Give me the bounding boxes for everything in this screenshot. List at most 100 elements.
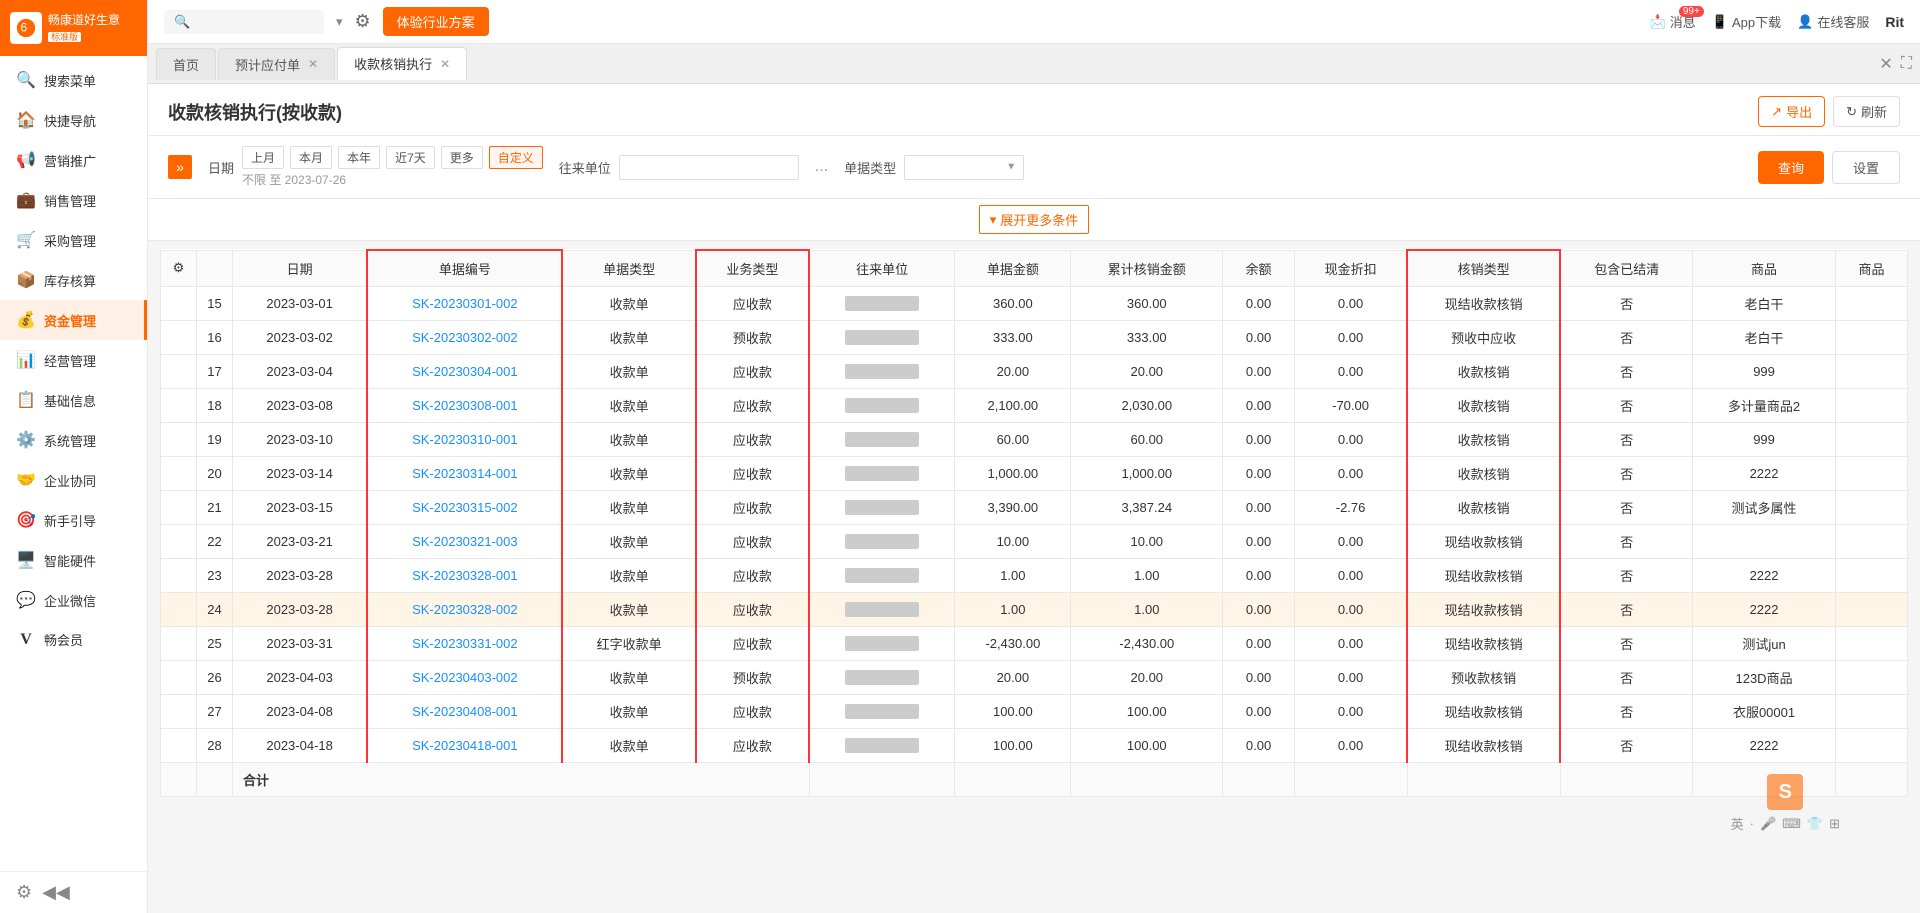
sidebar-item-purchase[interactable]: 🛒 采购管理 bbox=[0, 220, 147, 260]
sidebar-item-collab[interactable]: 🤝 企业协同 bbox=[0, 460, 147, 500]
table-cell: 16 bbox=[197, 321, 233, 355]
table-cell: 60.00 bbox=[955, 423, 1071, 457]
voucher-link[interactable]: SK-20230418-001 bbox=[412, 738, 518, 753]
date-btn-custom[interactable]: 自定义 bbox=[489, 146, 543, 169]
tabbar-expand-icon[interactable]: ⛶ bbox=[1901, 55, 1912, 73]
table-cell[interactable]: SK-20230314-001 bbox=[367, 457, 562, 491]
topbar-service[interactable]: 👤 在线客服 bbox=[1797, 12, 1869, 31]
footer-label-cell: 合计 bbox=[233, 763, 810, 797]
table-cell bbox=[161, 287, 197, 321]
table-cell[interactable]: SK-20230308-001 bbox=[367, 389, 562, 423]
setting-button[interactable]: 设置 bbox=[1832, 151, 1900, 184]
settings-icon[interactable]: ⚙ bbox=[16, 882, 32, 903]
filter-toggle-button[interactable]: » bbox=[168, 155, 192, 179]
date-btn-more[interactable]: 更多 bbox=[441, 146, 483, 169]
table-row: 172023-03-04SK-20230304-001收款单应收款███████… bbox=[161, 355, 1908, 389]
table-cell: 123D商品 bbox=[1693, 661, 1836, 695]
date-options-group: 上月 本月 本年 近7天 更多 自定义 不限 至 2023-07-26 bbox=[242, 146, 543, 188]
table-cell: 2023-03-31 bbox=[233, 627, 368, 661]
voucher-link[interactable]: SK-20230408-001 bbox=[412, 704, 518, 719]
topbar-dropdown-icon[interactable]: ▾ bbox=[336, 14, 343, 30]
table-cell[interactable]: SK-20230328-001 bbox=[367, 559, 562, 593]
logo-badge: 标准版 bbox=[48, 32, 81, 42]
table-container[interactable]: ⚙ 日期 单据编号 单据类型 业务类型 往来单位 单据金额 累计核销金额 余额 … bbox=[148, 241, 1920, 913]
table-cell: 收款单 bbox=[562, 423, 695, 457]
table-cell: ████████ bbox=[809, 525, 955, 559]
table-cell[interactable]: SK-20230418-001 bbox=[367, 729, 562, 763]
counterpart-input[interactable] bbox=[619, 155, 799, 180]
sidebar-item-hardware[interactable]: 🖥️ 智能硬件 bbox=[0, 540, 147, 580]
voucher-type-select[interactable] bbox=[904, 155, 1024, 180]
col-settings-icon[interactable]: ⚙ bbox=[173, 260, 185, 275]
table-cell[interactable]: SK-20230310-001 bbox=[367, 423, 562, 457]
table-cell: 否 bbox=[1560, 627, 1692, 661]
table-row: 152023-03-01SK-20230301-002收款单应收款███████… bbox=[161, 287, 1908, 321]
sidebar-label-guide: 新手引导 bbox=[44, 511, 96, 530]
topbar-search[interactable]: 🔍 bbox=[164, 10, 324, 34]
voucher-link[interactable]: SK-20230315-002 bbox=[412, 500, 518, 515]
voucher-link[interactable]: SK-20230331-002 bbox=[412, 636, 518, 651]
sidebar-item-wechat[interactable]: 💬 企业微信 bbox=[0, 580, 147, 620]
voucher-link[interactable]: SK-20230310-001 bbox=[412, 432, 518, 447]
topbar-app-download[interactable]: 📱 App下载 bbox=[1712, 12, 1781, 31]
voucher-link[interactable]: SK-20230328-002 bbox=[412, 602, 518, 617]
col-seq bbox=[197, 250, 233, 287]
col-settings[interactable]: ⚙ bbox=[161, 250, 197, 287]
tab-prepay-close[interactable]: ✕ bbox=[308, 57, 318, 71]
date-btn-last-month[interactable]: 上月 bbox=[242, 146, 284, 169]
table-cell[interactable]: SK-20230304-001 bbox=[367, 355, 562, 389]
table-cell: 0.00 bbox=[1295, 559, 1408, 593]
date-btn-this-year[interactable]: 本年 bbox=[338, 146, 380, 169]
voucher-link[interactable]: SK-20230314-001 bbox=[412, 466, 518, 481]
sidebar-item-marketing[interactable]: 📢 营销推广 bbox=[0, 140, 147, 180]
sidebar-item-guide[interactable]: 🎯 新手引导 bbox=[0, 500, 147, 540]
table-cell: ████████ bbox=[809, 389, 955, 423]
sidebar-item-member[interactable]: V 畅会员 bbox=[0, 620, 147, 659]
sidebar-item-search[interactable]: 🔍 搜索菜单 bbox=[0, 60, 147, 100]
tab-home[interactable]: 首页 bbox=[156, 48, 216, 80]
solution-button[interactable]: 体验行业方案 bbox=[383, 7, 489, 36]
voucher-link[interactable]: SK-20230304-001 bbox=[412, 364, 518, 379]
voucher-link[interactable]: SK-20230302-002 bbox=[412, 330, 518, 345]
table-cell[interactable]: SK-20230331-002 bbox=[367, 627, 562, 661]
table-cell[interactable]: SK-20230301-002 bbox=[367, 287, 562, 321]
sidebar-item-sales[interactable]: 💼 销售管理 bbox=[0, 180, 147, 220]
table-cell: 现结收款核销 bbox=[1407, 287, 1560, 321]
voucher-link[interactable]: SK-20230328-001 bbox=[412, 568, 518, 583]
collapse-icon[interactable]: ◀◀ bbox=[42, 882, 70, 903]
tab-prepay[interactable]: 预计应付单 ✕ bbox=[218, 48, 335, 80]
topbar-message[interactable]: 📩 消息 99+ bbox=[1650, 12, 1696, 31]
filter-ellipsis[interactable]: ... bbox=[815, 158, 828, 176]
topbar-user[interactable]: Rit bbox=[1885, 14, 1904, 30]
expand-conditions-button[interactable]: ▾ 展开更多条件 bbox=[979, 205, 1090, 234]
table-cell: 0.00 bbox=[1295, 423, 1408, 457]
sidebar-item-system[interactable]: ⚙️ 系统管理 bbox=[0, 420, 147, 460]
tab-collect-close[interactable]: ✕ bbox=[440, 57, 450, 71]
table-cell: 收款单 bbox=[562, 457, 695, 491]
voucher-link[interactable]: SK-20230301-002 bbox=[412, 296, 518, 311]
query-button[interactable]: 查询 bbox=[1758, 151, 1824, 184]
tabbar-close-icon[interactable]: ✕ bbox=[1879, 54, 1892, 74]
table-cell[interactable]: SK-20230328-002 bbox=[367, 593, 562, 627]
table-cell[interactable]: SK-20230315-002 bbox=[367, 491, 562, 525]
table-cell[interactable]: SK-20230403-002 bbox=[367, 661, 562, 695]
export-button[interactable]: ↗ 导出 bbox=[1758, 96, 1825, 127]
voucher-link[interactable]: SK-20230321-003 bbox=[412, 534, 518, 549]
sidebar-item-inventory[interactable]: 📦 库存核算 bbox=[0, 260, 147, 300]
refresh-button[interactable]: ↻ 刷新 bbox=[1833, 96, 1900, 127]
table-cell: 2023-03-15 bbox=[233, 491, 368, 525]
topbar-gear-icon[interactable]: ⚙ bbox=[355, 11, 371, 32]
table-cell[interactable]: SK-20230302-002 bbox=[367, 321, 562, 355]
date-btn-this-month[interactable]: 本月 bbox=[290, 146, 332, 169]
tab-collect[interactable]: 收款核销执行 ✕ bbox=[337, 47, 467, 80]
voucher-link[interactable]: SK-20230403-002 bbox=[412, 670, 518, 685]
sidebar-item-basic[interactable]: 📋 基础信息 bbox=[0, 380, 147, 420]
table-cell[interactable]: SK-20230408-001 bbox=[367, 695, 562, 729]
table-cell[interactable]: SK-20230321-003 bbox=[367, 525, 562, 559]
table-cell bbox=[1835, 491, 1907, 525]
sidebar-item-finance[interactable]: 💰 资金管理 bbox=[0, 300, 147, 340]
sidebar-item-quick[interactable]: 🏠 快捷导航 bbox=[0, 100, 147, 140]
date-btn-7days[interactable]: 近7天 bbox=[386, 146, 435, 169]
sidebar-item-operation[interactable]: 📊 经营管理 bbox=[0, 340, 147, 380]
voucher-link[interactable]: SK-20230308-001 bbox=[412, 398, 518, 413]
